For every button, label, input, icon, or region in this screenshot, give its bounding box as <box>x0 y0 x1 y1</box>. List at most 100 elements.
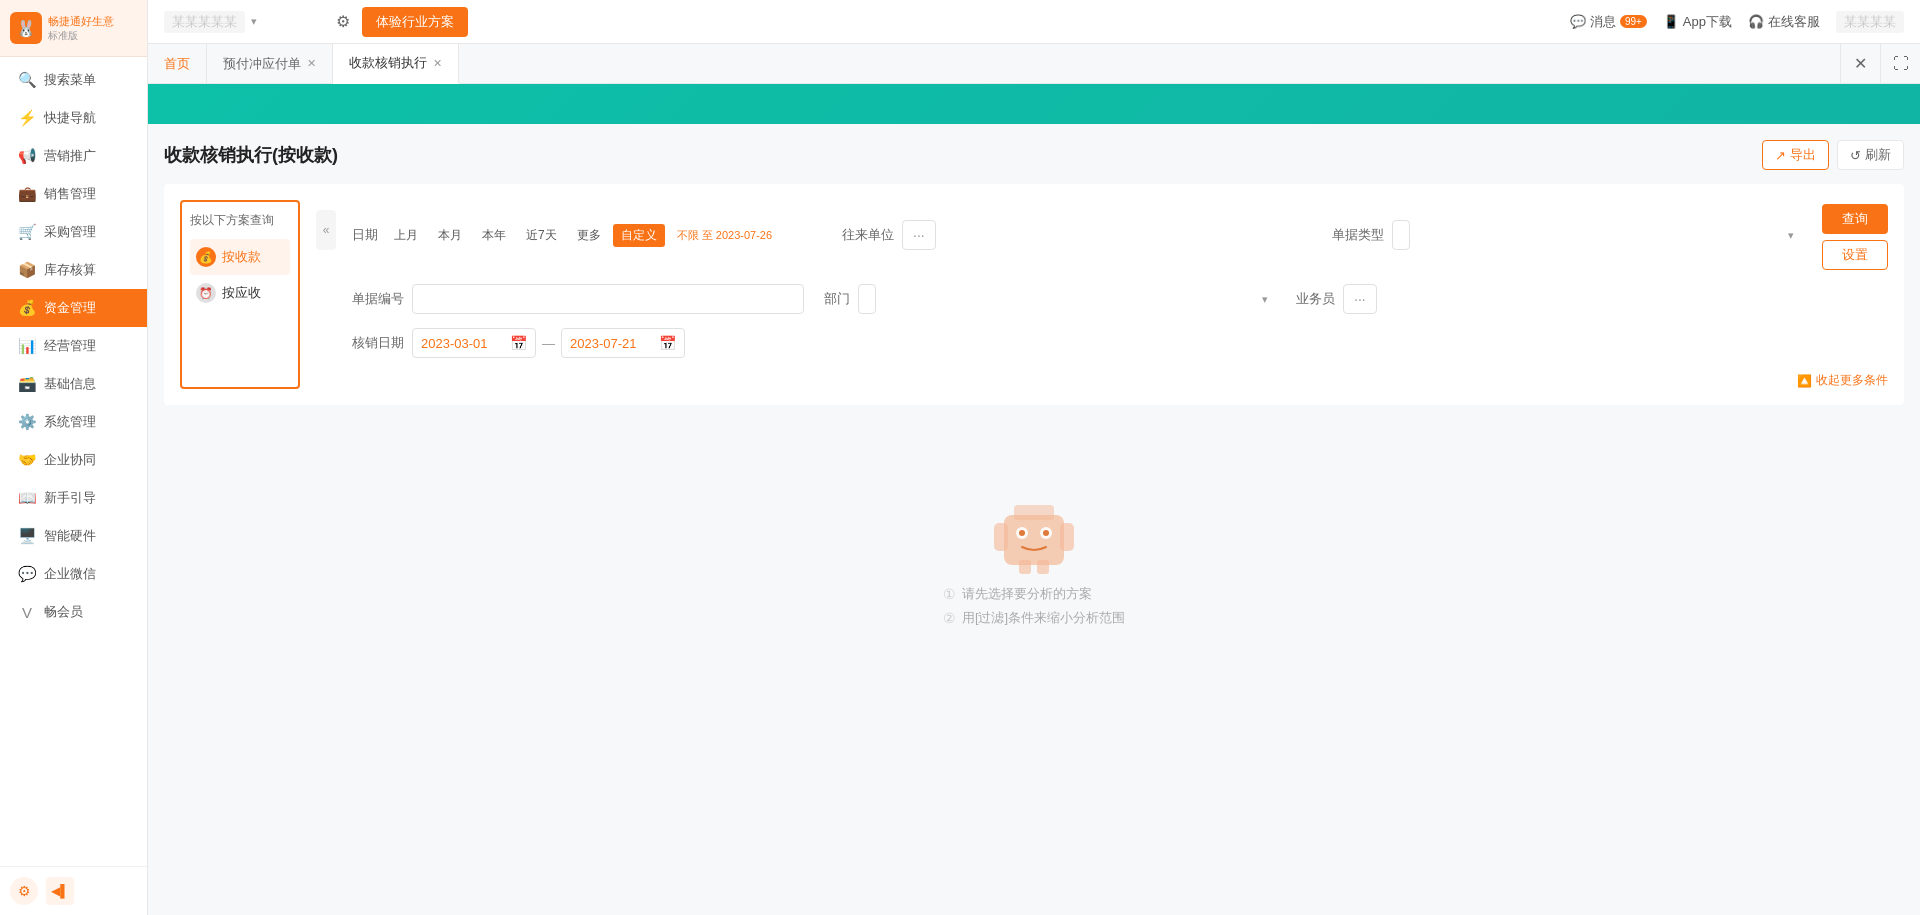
export-icon: ↗ <box>1775 148 1786 163</box>
teal-bar <box>148 84 1920 124</box>
nav-icon-1: ⚡ <box>18 109 36 127</box>
date-last-month[interactable]: 上月 <box>386 224 426 247</box>
tab-prepay-close[interactable]: ✕ <box>307 57 316 70</box>
page-content: 收款核销执行(按收款) ↗ 导出 ↺ 刷新 按以下方案查询 <box>148 84 1920 915</box>
nav-icon-3: 💼 <box>18 185 36 203</box>
dept-field: 部门 <box>824 284 1276 314</box>
mobile-icon: 📱 <box>1663 14 1679 29</box>
nav-icon-10: 🤝 <box>18 451 36 469</box>
writeoff-start-input[interactable]: 📅 <box>412 328 536 358</box>
tab-prepay[interactable]: 预付冲应付单 ✕ <box>207 44 333 83</box>
empty-state: ① 请先选择要分析的方案 ② 用[过滤]条件来缩小分析范围 <box>164 405 1904 707</box>
filter-row-3: 核销日期 📅 — 📅 <box>352 328 1888 358</box>
writeoff-date-field: 核销日期 📅 — 📅 <box>352 328 1888 358</box>
writeoff-end-input[interactable]: 📅 <box>561 328 685 358</box>
collapse-more-btn[interactable]: 🔼 收起更多条件 <box>352 372 1888 389</box>
calendar-end-icon[interactable]: 📅 <box>659 335 676 351</box>
sidebar-item-新手引导[interactable]: 📖新手引导 <box>0 479 147 517</box>
sidebar-item-采购管理[interactable]: 🛒采购管理 <box>0 213 147 251</box>
sidebar-item-搜索菜单[interactable]: 🔍搜索菜单 <box>0 61 147 99</box>
dept-select[interactable] <box>858 284 876 314</box>
receivable-icon: ⏰ <box>196 283 216 303</box>
sidebar-item-企业协同[interactable]: 🤝企业协同 <box>0 441 147 479</box>
sidebar-logo: 🐰 畅捷通好生意 标准版 <box>0 0 147 57</box>
msg-btn[interactable]: 💬 消息 99+ <box>1570 13 1647 31</box>
writeoff-date-label: 核销日期 <box>352 334 404 352</box>
nav-icon-12: 🖥️ <box>18 527 36 545</box>
counterpart-field: 往来单位 ··· <box>842 220 1312 250</box>
msg-badge: 99+ <box>1620 15 1647 28</box>
nav-icon-11: 📖 <box>18 489 36 507</box>
receipt-icon: 💰 <box>196 247 216 267</box>
writeoff-date-inputs: 📅 — 📅 <box>412 328 1888 358</box>
sidebar-item-销售管理[interactable]: 💼销售管理 <box>0 175 147 213</box>
filter-option-by-receipt[interactable]: 💰 按收款 <box>190 239 290 275</box>
docno-input[interactable] <box>412 284 804 314</box>
query-btns: 查询 设置 <box>1822 204 1888 270</box>
sidebar-item-资金管理[interactable]: 💰资金管理 <box>0 289 147 327</box>
salesman-dots-btn[interactable]: ··· <box>1343 284 1377 314</box>
svg-rect-3 <box>1060 523 1074 551</box>
tab-expand-btn[interactable]: ⛶ <box>1880 44 1920 84</box>
sidebar-item-基础信息[interactable]: 🗃️基础信息 <box>0 365 147 403</box>
sidebar-item-畅会员[interactable]: V畅会员 <box>0 593 147 631</box>
sidebar-item-快捷导航[interactable]: ⚡快捷导航 <box>0 99 147 137</box>
online-service-btn[interactable]: 🎧 在线客服 <box>1748 13 1820 31</box>
topbar-right: 💬 消息 99+ 📱 App下载 🎧 在线客服 某某某某 <box>1570 11 1904 33</box>
export-btn[interactable]: ↗ 导出 <box>1762 140 1829 170</box>
tab-writeoff-close[interactable]: ✕ <box>433 57 442 70</box>
sidebar-item-经营管理[interactable]: 📊经营管理 <box>0 327 147 365</box>
writeoff-start-value[interactable] <box>421 336 506 351</box>
salesman-label: 业务员 <box>1296 290 1335 308</box>
svg-point-8 <box>1019 530 1025 536</box>
nav-icon-4: 🛒 <box>18 223 36 241</box>
nav-icon-9: ⚙️ <box>18 413 36 431</box>
sidebar-item-智能硬件[interactable]: 🖥️智能硬件 <box>0 517 147 555</box>
svg-rect-4 <box>1019 560 1031 574</box>
filter-option-by-receivable[interactable]: ⏰ 按应收 <box>190 275 290 311</box>
collapse-more-icon: 🔼 <box>1797 374 1812 388</box>
nav-icon-6: 💰 <box>18 299 36 317</box>
date-this-month[interactable]: 本月 <box>430 224 470 247</box>
nav-icon-5: 📦 <box>18 261 36 279</box>
date-7days[interactable]: 近7天 <box>518 224 565 247</box>
date-this-year[interactable]: 本年 <box>474 224 514 247</box>
tab-writeoff[interactable]: 收款核销执行 ✕ <box>333 44 459 84</box>
sidebar-item-库存核算[interactable]: 📦库存核算 <box>0 251 147 289</box>
app-download-btn[interactable]: 📱 App下载 <box>1663 13 1732 31</box>
doctype-select[interactable] <box>1392 220 1410 250</box>
query-btn[interactable]: 查询 <box>1822 204 1888 234</box>
date-options: 上月 本月 本年 近7天 更多 自定义 <box>386 224 665 247</box>
logo-text: 畅捷通好生意 标准版 <box>48 14 114 41</box>
doctype-label: 单据类型 <box>1332 226 1384 244</box>
sidebar-nav: 🔍搜索菜单⚡快捷导航📢营销推广💼销售管理🛒采购管理📦库存核算💰资金管理📊经营管理… <box>0 57 147 866</box>
calendar-start-icon[interactable]: 📅 <box>510 335 527 351</box>
tabs-bar: 首页 预付冲应付单 ✕ 收款核销执行 ✕ ✕ ⛶ <box>148 44 1920 84</box>
filter-sidebar: 按以下方案查询 💰 按收款 ⏰ 按应收 <box>180 200 300 389</box>
sidebar-collapse-btn[interactable]: ◀▌ <box>46 877 74 905</box>
tab-home[interactable]: 首页 <box>148 44 207 83</box>
settings-btn[interactable]: 设置 <box>1822 240 1888 270</box>
sidebar-item-营销推广[interactable]: 📢营销推广 <box>0 137 147 175</box>
counterpart-dots-btn[interactable]: ··· <box>902 220 936 250</box>
sidebar-item-企业微信[interactable]: 💬企业微信 <box>0 555 147 593</box>
settings-icon[interactable]: ⚙ <box>10 877 38 905</box>
nav-icon-14: V <box>18 604 36 621</box>
gear-icon[interactable]: ⚙ <box>336 12 350 31</box>
page-header: 收款核销执行(按收款) ↗ 导出 ↺ 刷新 <box>164 140 1904 170</box>
nav-icon-2: 📢 <box>18 147 36 165</box>
tab-close-btn[interactable]: ✕ <box>1840 44 1880 84</box>
main-area: 某某某某某 ▾ ⚙ 体验行业方案 💬 消息 99+ 📱 App下载 🎧 在线客服… <box>148 0 1920 915</box>
filter-sidebar-title: 按以下方案查询 <box>190 212 290 229</box>
user-display[interactable]: 某某某某 <box>1836 11 1904 33</box>
date-custom[interactable]: 自定义 <box>613 224 665 247</box>
page-actions: ↗ 导出 ↺ 刷新 <box>1762 140 1904 170</box>
date-range-dash: — <box>542 336 555 351</box>
sidebar-item-系统管理[interactable]: ⚙️系统管理 <box>0 403 147 441</box>
date-more[interactable]: 更多 <box>569 224 609 247</box>
writeoff-end-value[interactable] <box>570 336 655 351</box>
solution-btn[interactable]: 体验行业方案 <box>362 7 468 37</box>
filter-collapse-btn[interactable]: « <box>316 210 336 250</box>
refresh-btn[interactable]: ↺ 刷新 <box>1837 140 1904 170</box>
chevron-down-icon[interactable]: ▾ <box>251 15 257 28</box>
